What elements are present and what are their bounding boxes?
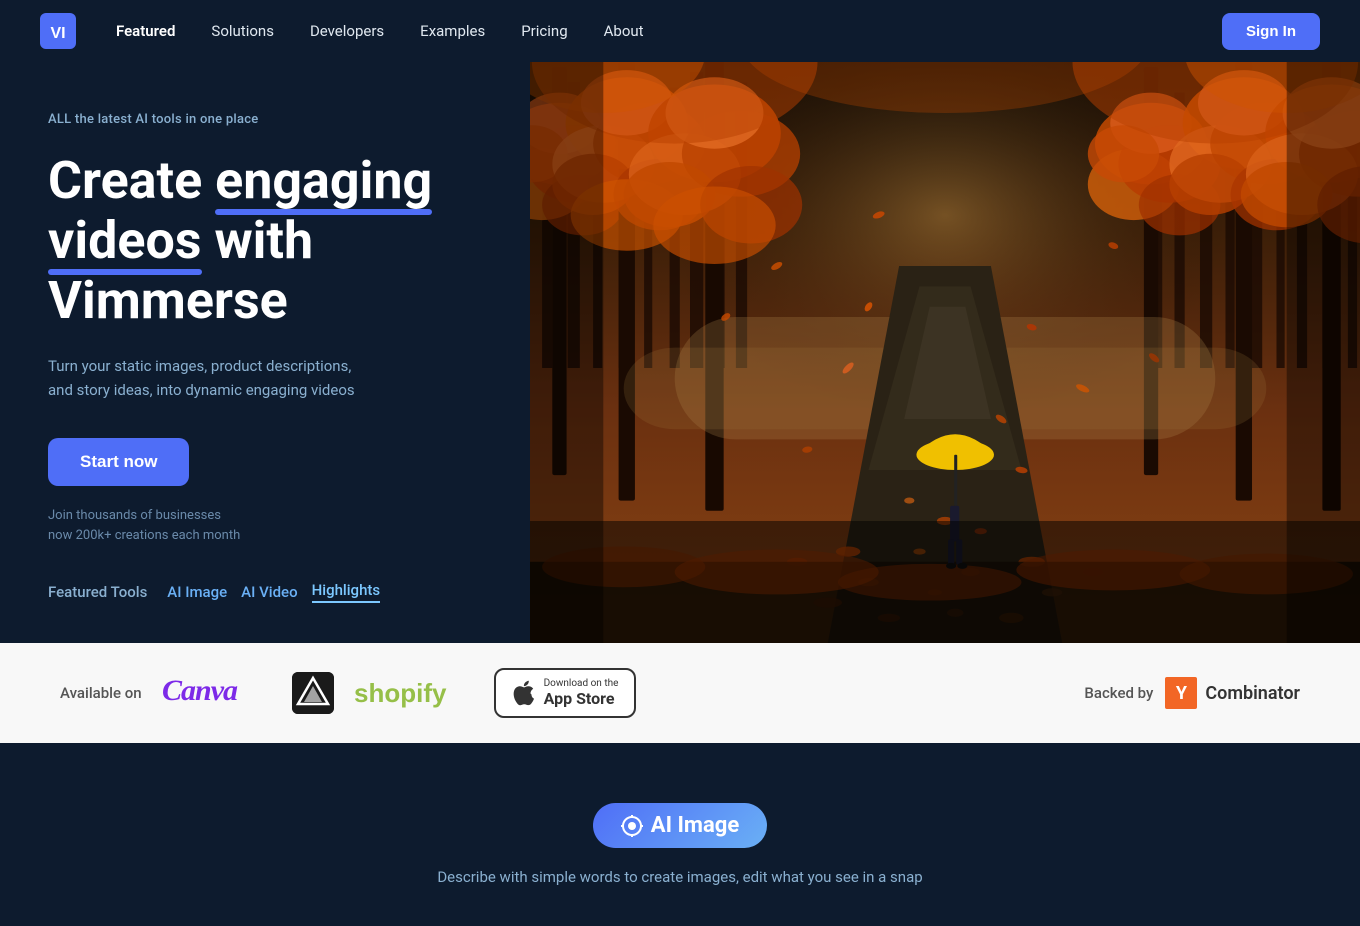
hero-title-line3: Vimmerse (48, 270, 288, 331)
app-store-big: App Store (544, 689, 619, 708)
app-store-small: Download on the (544, 678, 619, 689)
featured-tool-ai-video[interactable]: AI Video (241, 583, 297, 601)
hero-left: ALL the latest AI tools in one place Cre… (0, 62, 530, 643)
nav-developers[interactable]: Developers (310, 22, 384, 40)
ai-image-badge-text: AI Image (651, 813, 739, 838)
available-on-section: Available on Canva shopify (60, 668, 636, 718)
partners-strip: Available on Canva shopify (0, 643, 1360, 743)
app-store-text: Download on the App Store (544, 678, 619, 708)
canva-logo: Canva (162, 672, 272, 715)
featured-tool-highlights[interactable]: Highlights (312, 581, 381, 603)
ai-image-section: AI Image Describe with simple words to c… (0, 743, 1360, 926)
svg-text:VI: VI (50, 25, 65, 42)
hero-title: Create engaging videos with Vimmerse (48, 151, 490, 330)
hero-description: Turn your static images, product descrip… (48, 354, 428, 402)
yc-logo: Y Combinator (1165, 677, 1300, 709)
start-now-button[interactable]: Start now (48, 438, 189, 486)
hero-subtitle: ALL the latest AI tools in one place (48, 112, 490, 127)
logo[interactable]: VI (40, 13, 76, 49)
social-proof-line1: Join thousands of businesses (48, 506, 490, 526)
app-store-button[interactable]: Download on the App Store (494, 668, 637, 718)
hero-section: ALL the latest AI tools in one place Cre… (0, 62, 1360, 643)
hero-title-line2: videos with (48, 210, 313, 271)
backed-label: Backed by (1084, 684, 1153, 702)
featured-tool-ai-image[interactable]: AI Image (167, 583, 227, 601)
available-label: Available on (60, 684, 142, 702)
affinity-logo (292, 672, 334, 714)
social-proof-line2: now 200k+ creations each month (48, 526, 490, 546)
sign-in-button[interactable]: Sign In (1222, 13, 1320, 50)
nav-pricing[interactable]: Pricing (521, 22, 567, 40)
ai-image-badge: AI Image (593, 803, 767, 848)
featured-tools-row: Featured Tools AI Image AI Video Highlig… (48, 581, 490, 603)
social-proof: Join thousands of businesses now 200k+ c… (48, 506, 490, 545)
nav-about[interactable]: About (604, 22, 644, 40)
svg-text:shopify: shopify (354, 678, 447, 708)
combinator-text: Combinator (1205, 683, 1300, 704)
svg-text:Canva: Canva (162, 674, 238, 707)
nav-links: Featured Solutions Developers Examples P… (116, 22, 1222, 40)
shopify-logo: shopify (354, 674, 474, 712)
featured-tools-label: Featured Tools (48, 583, 147, 601)
nav-solutions[interactable]: Solutions (211, 22, 274, 40)
canva-text: Canva (162, 672, 272, 715)
nav-examples[interactable]: Examples (420, 22, 485, 40)
nav-featured[interactable]: Featured (116, 22, 175, 40)
backed-by-section: Backed by Y Combinator (1084, 677, 1300, 709)
hero-title-line1: Create engaging (48, 150, 432, 211)
hero-image (530, 62, 1360, 643)
yc-square: Y (1165, 677, 1197, 709)
ai-image-description: Describe with simple words to create ima… (40, 868, 1320, 886)
navigation: VI Featured Solutions Developers Example… (0, 0, 1360, 62)
